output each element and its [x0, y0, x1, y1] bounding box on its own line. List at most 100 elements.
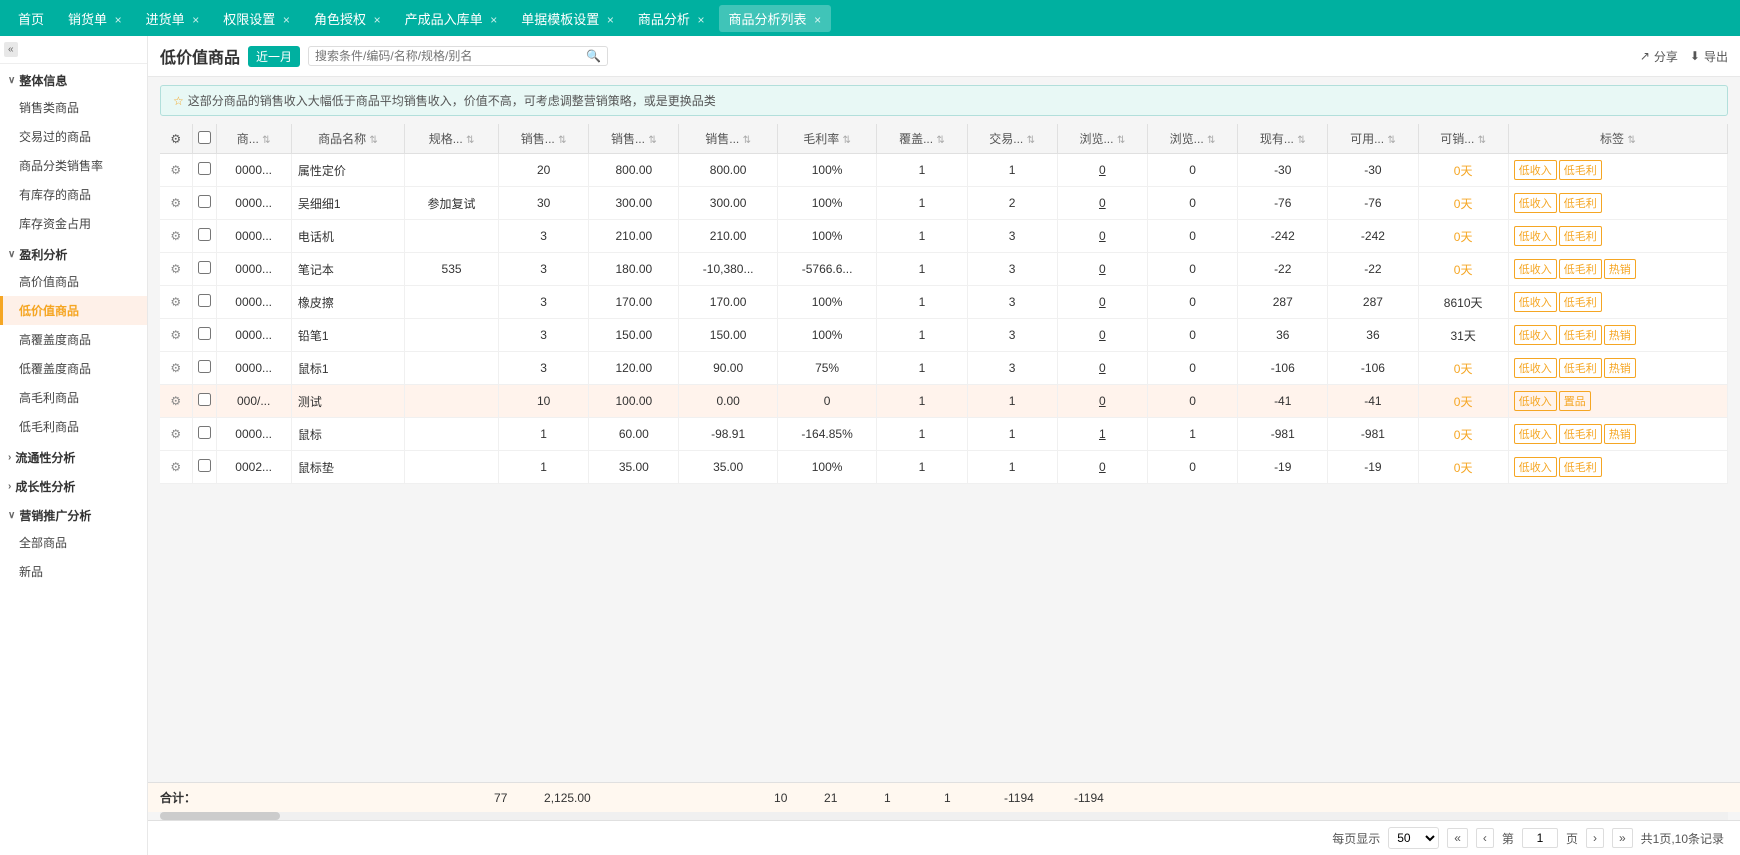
view1-link[interactable]: 0	[1099, 295, 1106, 309]
settings-cell[interactable]: ⚙	[160, 286, 192, 319]
row-checkbox[interactable]	[198, 195, 211, 208]
close-icon[interactable]: ×	[374, 13, 381, 27]
view1-link[interactable]: 0	[1099, 229, 1106, 243]
row-checkbox[interactable]	[198, 393, 211, 406]
row-checkbox[interactable]	[198, 459, 211, 472]
nav-product-analysis-list[interactable]: 商品分析列表 ×	[719, 5, 832, 32]
next-page-button[interactable]: ›	[1586, 828, 1604, 848]
close-icon[interactable]: ×	[697, 13, 704, 27]
sidebar-group-marketing[interactable]: ∨ 营销推广分析	[0, 499, 147, 528]
sidebar-item-low-margin[interactable]: 低毛利商品	[0, 412, 147, 441]
view1[interactable]: 0	[1057, 286, 1147, 319]
view1-link[interactable]: 1	[1099, 427, 1106, 441]
sidebar-group-profit[interactable]: ∨ 盈利分析	[0, 238, 147, 267]
row-checkbox[interactable]	[198, 360, 211, 373]
sidebar-group-circulation[interactable]: › 流通性分析	[0, 441, 147, 470]
settings-cell[interactable]: ⚙	[160, 319, 192, 352]
nav-product-inbound[interactable]: 产成品入库单 ×	[395, 5, 508, 32]
sidebar-item-new-goods[interactable]: 新品	[0, 557, 147, 586]
checkbox-cell[interactable]	[192, 253, 216, 286]
view1-link[interactable]: 0	[1099, 394, 1106, 408]
close-icon[interactable]: ×	[192, 13, 199, 27]
row-checkbox[interactable]	[198, 162, 211, 175]
checkbox-cell[interactable]	[192, 352, 216, 385]
sidebar-item-low-coverage[interactable]: 低覆盖度商品	[0, 354, 147, 383]
nav-sales-order[interactable]: 销货单 ×	[58, 5, 132, 32]
sidebar-item-high-margin[interactable]: 高毛利商品	[0, 383, 147, 412]
first-page-button[interactable]: «	[1447, 828, 1468, 848]
view1-link[interactable]: 0	[1099, 328, 1106, 342]
th-settings[interactable]: ⚙	[160, 124, 192, 154]
search-box[interactable]: 🔍	[308, 46, 608, 66]
sidebar-item-low-value[interactable]: 低价值商品	[0, 296, 147, 325]
prev-page-button[interactable]: ‹	[1476, 828, 1494, 848]
view1-link[interactable]: 0	[1099, 163, 1106, 177]
page-size-select[interactable]: 50 100 200	[1388, 827, 1439, 849]
settings-cell[interactable]: ⚙	[160, 220, 192, 253]
last-page-button[interactable]: »	[1612, 828, 1633, 848]
sidebar-item-sales-goods[interactable]: 销售类商品	[0, 93, 147, 122]
close-icon[interactable]: ×	[283, 13, 290, 27]
sidebar-group-growth[interactable]: › 成长性分析	[0, 470, 147, 499]
view1[interactable]: 0	[1057, 352, 1147, 385]
nav-product-analysis[interactable]: 商品分析 ×	[628, 5, 715, 32]
settings-cell[interactable]: ⚙	[160, 352, 192, 385]
row-checkbox[interactable]	[198, 327, 211, 340]
nav-home[interactable]: 首页	[8, 5, 54, 32]
checkbox-cell[interactable]	[192, 319, 216, 352]
sidebar-collapse-button[interactable]: «	[4, 42, 18, 57]
view1[interactable]: 0	[1057, 319, 1147, 352]
sidebar-item-inventory-capital[interactable]: 库存资金占用	[0, 209, 147, 238]
th-checkbox[interactable]	[192, 124, 216, 154]
settings-cell[interactable]: ⚙	[160, 253, 192, 286]
view1[interactable]: 0	[1057, 451, 1147, 484]
select-all-checkbox[interactable]	[198, 131, 211, 144]
view1[interactable]: 0	[1057, 187, 1147, 220]
settings-cell[interactable]: ⚙	[160, 418, 192, 451]
view1[interactable]: 0	[1057, 154, 1147, 187]
settings-cell[interactable]: ⚙	[160, 451, 192, 484]
row-checkbox[interactable]	[198, 426, 211, 439]
settings-cell[interactable]: ⚙	[160, 187, 192, 220]
export-button[interactable]: ⬇ 导出	[1690, 48, 1728, 65]
close-icon[interactable]: ×	[814, 13, 821, 27]
checkbox-cell[interactable]	[192, 451, 216, 484]
horizontal-scrollbar[interactable]	[160, 812, 1728, 820]
row-checkbox[interactable]	[198, 228, 211, 241]
close-icon[interactable]: ×	[607, 13, 614, 27]
checkbox-cell[interactable]	[192, 187, 216, 220]
search-icon[interactable]: 🔍	[586, 49, 601, 63]
view1[interactable]: 1	[1057, 418, 1147, 451]
checkbox-cell[interactable]	[192, 418, 216, 451]
settings-cell[interactable]: ⚙	[160, 154, 192, 187]
settings-cell[interactable]: ⚙	[160, 385, 192, 418]
nav-purchase-order[interactable]: 进货单 ×	[136, 5, 210, 32]
row-checkbox[interactable]	[198, 294, 211, 307]
view1-link[interactable]: 0	[1099, 361, 1106, 375]
view1-link[interactable]: 0	[1099, 262, 1106, 276]
view1[interactable]: 0	[1057, 385, 1147, 418]
sidebar-item-category-rate[interactable]: 商品分类销售率	[0, 151, 147, 180]
nav-role-auth[interactable]: 角色授权 ×	[304, 5, 391, 32]
close-icon[interactable]: ×	[115, 13, 122, 27]
view1-link[interactable]: 0	[1099, 196, 1106, 210]
scrollbar-thumb[interactable]	[160, 812, 280, 820]
close-icon[interactable]: ×	[490, 13, 497, 27]
view1-link[interactable]: 0	[1099, 460, 1106, 474]
checkbox-cell[interactable]	[192, 286, 216, 319]
sidebar-item-high-value[interactable]: 高价值商品	[0, 267, 147, 296]
view1[interactable]: 0	[1057, 253, 1147, 286]
page-number-input[interactable]	[1522, 828, 1558, 848]
checkbox-cell[interactable]	[192, 154, 216, 187]
search-input[interactable]	[315, 49, 586, 63]
view1[interactable]: 0	[1057, 220, 1147, 253]
sidebar-item-stocked-goods[interactable]: 有库存的商品	[0, 180, 147, 209]
time-filter-button[interactable]: 近一月	[248, 46, 300, 67]
nav-permissions[interactable]: 权限设置 ×	[213, 5, 300, 32]
share-button[interactable]: ↗ 分享	[1640, 48, 1678, 65]
nav-template-settings[interactable]: 单据模板设置 ×	[511, 5, 624, 32]
checkbox-cell[interactable]	[192, 220, 216, 253]
checkbox-cell[interactable]	[192, 385, 216, 418]
row-checkbox[interactable]	[198, 261, 211, 274]
sidebar-item-all-goods[interactable]: 全部商品	[0, 528, 147, 557]
